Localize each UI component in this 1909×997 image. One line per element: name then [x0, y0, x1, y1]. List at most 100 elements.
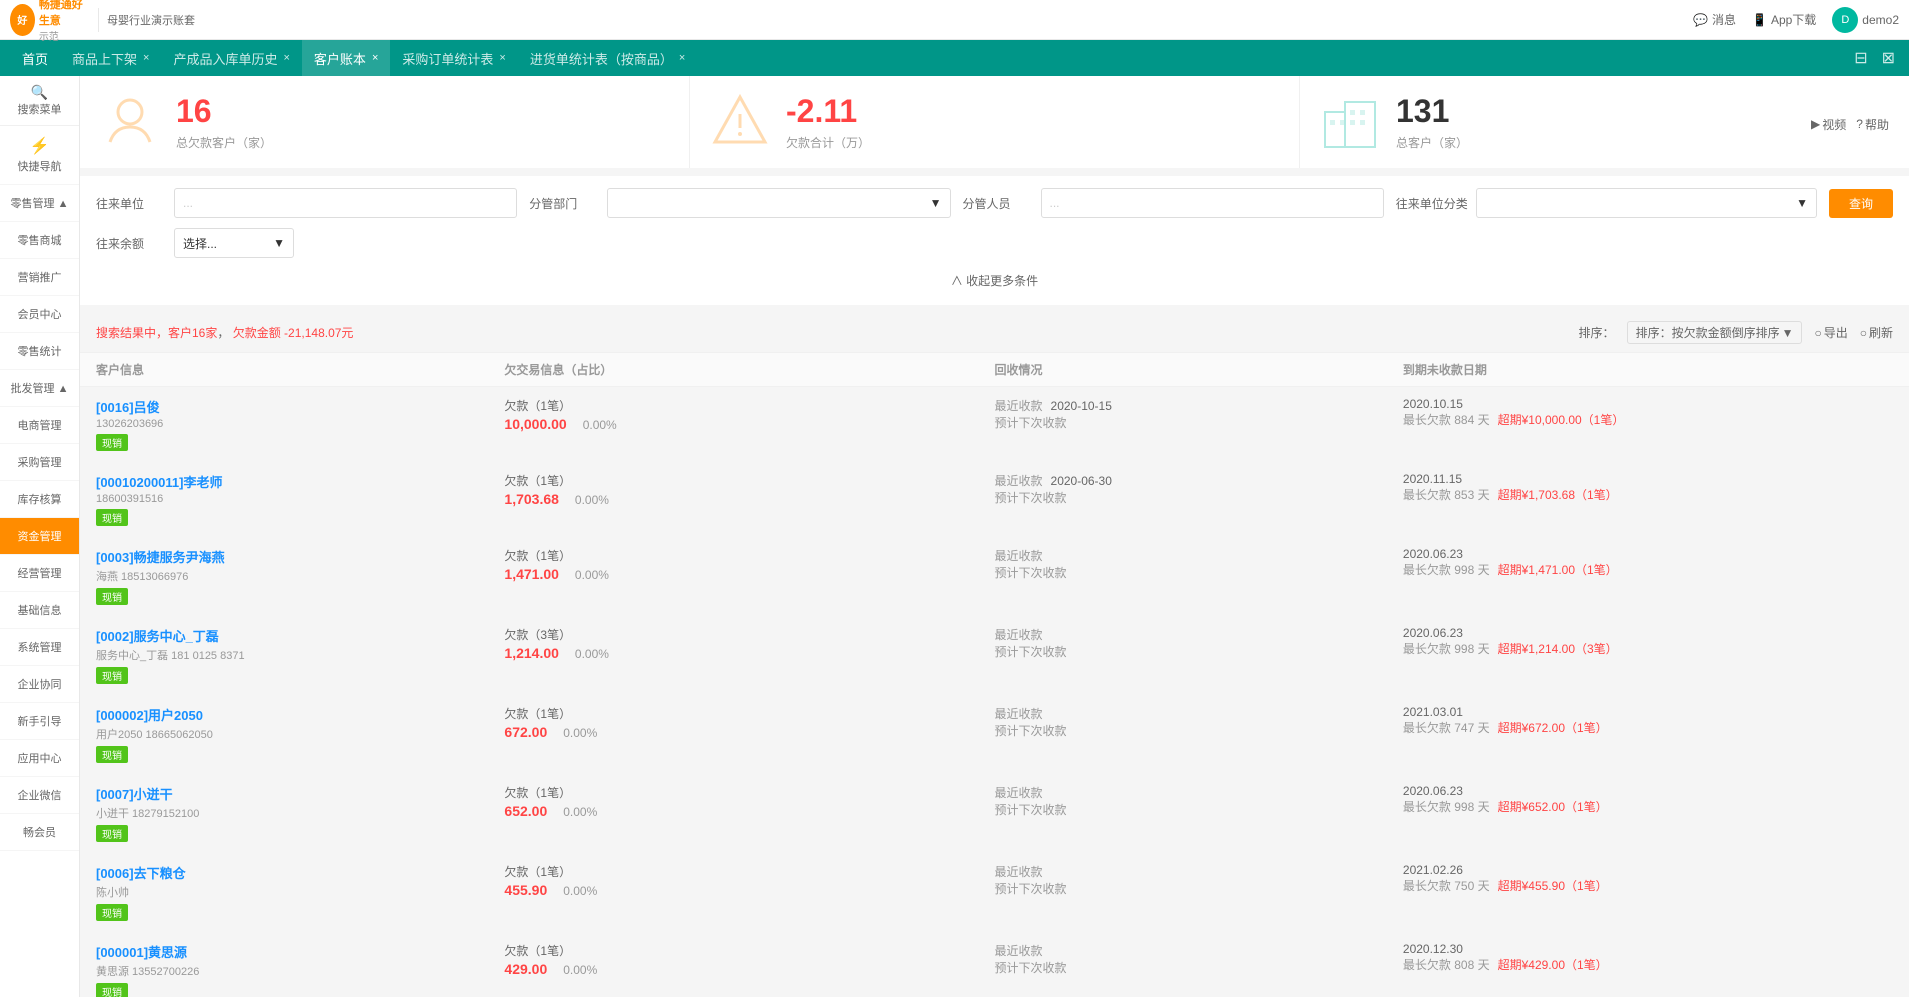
customer-tag: 现销: [96, 746, 128, 763]
overdue-date: 2021.03.01: [1403, 705, 1893, 719]
refresh-button[interactable]: ○ 刷新: [1860, 324, 1893, 341]
app-download-button[interactable]: 📱 App下载: [1752, 11, 1816, 28]
customer-tag: 现销: [96, 825, 128, 842]
sidebar: 🔍 搜索菜单 ⚡ 快捷导航 零售管理 ▲ 零售商城 营销推广 会员中心 零售统计…: [0, 76, 80, 997]
sidebar-item-wechat[interactable]: 企业微信: [0, 777, 79, 814]
results-header: 搜索结果中，客户16家， 欠款金额 -21,148.07元 排序： 排序：按欠款…: [80, 313, 1909, 353]
sidebar-item-retail-mall[interactable]: 零售商城: [0, 222, 79, 259]
customer-info: [0003]畅捷服务尹海燕 海燕 18513066976 现销: [96, 547, 504, 605]
close-icon[interactable]: ×: [283, 52, 289, 64]
table-row: [0007]小迸干 小迸干 18279152100 现销 欠款（1笔） 652.…: [80, 774, 1909, 853]
debt-amount[interactable]: 455.90: [504, 882, 547, 898]
sidebar-item-basic-info[interactable]: 基础信息: [0, 592, 79, 629]
minimize-icon[interactable]: ⊟: [1850, 46, 1871, 70]
debt-amount[interactable]: 1,214.00: [504, 645, 559, 661]
person-input[interactable]: ...: [1041, 188, 1384, 218]
sidebar-item-purchase[interactable]: 采购管理: [0, 444, 79, 481]
balance-select[interactable]: 选择... ▼: [174, 228, 294, 258]
debt-amount[interactable]: 1,471.00: [504, 566, 559, 582]
overdue-amount[interactable]: 超期¥1,214.00（3笔）: [1498, 640, 1618, 657]
customer-name[interactable]: [0006]去下粮仓: [96, 863, 504, 882]
overdue-amount[interactable]: 超期¥652.00（1笔）: [1498, 798, 1608, 815]
sidebar-item-guide[interactable]: 新手引导: [0, 703, 79, 740]
close-icon[interactable]: ×: [372, 52, 378, 64]
close-icon[interactable]: ×: [499, 52, 505, 64]
overdue-days: 最长欠款 998 天: [1403, 640, 1490, 657]
sidebar-item-vip[interactable]: 畅会员: [0, 814, 79, 851]
close-icon[interactable]: ×: [679, 52, 685, 64]
customer-name[interactable]: [00010200011]李老师: [96, 472, 504, 491]
customer-name[interactable]: [0003]畅捷服务尹海燕: [96, 547, 504, 566]
sidebar-item-retail-stats[interactable]: 零售统计: [0, 333, 79, 370]
maximize-icon[interactable]: ⊠: [1878, 46, 1899, 70]
sidebar-item-business[interactable]: 经营管理: [0, 555, 79, 592]
unit-category-select[interactable]: ▼: [1476, 188, 1817, 218]
customer-name[interactable]: [000002]用户2050: [96, 705, 504, 724]
sidebar-item-enterprise[interactable]: 企业协同: [0, 666, 79, 703]
tab-home[interactable]: 首页: [10, 40, 60, 76]
recent-date: 2020-10-15: [1051, 399, 1112, 413]
debt-info: 欠款（1笔） 1,703.68 0.00%: [504, 472, 994, 526]
from-unit-input[interactable]: ...: [174, 188, 517, 218]
debt-amount[interactable]: 1,703.68: [504, 491, 559, 507]
overdue-date: 2021.02.26: [1403, 863, 1893, 877]
user-menu[interactable]: D demo2: [1832, 7, 1899, 33]
debt-amount[interactable]: 10,000.00: [504, 416, 566, 432]
col-header-recovery: 回收情况: [995, 361, 1403, 378]
recovery-info: 最近收款 预计下次收款: [995, 547, 1403, 605]
sidebar-item-inventory[interactable]: 库存核算: [0, 481, 79, 518]
overdue-amount[interactable]: 超期¥672.00（1笔）: [1498, 719, 1608, 736]
from-unit-label: 往来单位: [96, 195, 166, 212]
sidebar-item-system[interactable]: 系统管理: [0, 629, 79, 666]
message-button[interactable]: 💬 消息: [1693, 11, 1736, 28]
close-icon[interactable]: ×: [143, 52, 149, 64]
overdue-amount[interactable]: 超期¥455.90（1笔）: [1498, 877, 1608, 894]
tab-customer-account[interactable]: 客户账本 ×: [302, 40, 390, 76]
col-header-overdue: 到期未收款日期: [1403, 361, 1893, 378]
overdue-date: 2020.06.23: [1403, 626, 1893, 640]
filter-row-1: 往来单位 ... 分管部门 ▼ 分管人员 .: [96, 188, 1893, 218]
overdue-amount[interactable]: 超期¥1,703.68（1笔）: [1498, 486, 1618, 503]
customer-name[interactable]: [000001]黄思源: [96, 942, 504, 961]
overdue-amount[interactable]: 超期¥1,471.00（1笔）: [1498, 561, 1618, 578]
export-button[interactable]: ○ 导出: [1814, 324, 1847, 341]
stat-number-debtors: 16: [176, 93, 669, 130]
sidebar-item-app-center[interactable]: 应用中心: [0, 740, 79, 777]
filter-dept: 分管部门 ▼: [529, 188, 950, 218]
collapse-button[interactable]: ∧ 收起更多条件: [96, 268, 1893, 293]
search-button[interactable]: 查询: [1829, 189, 1893, 218]
customer-tag: 现销: [96, 983, 128, 997]
dept-select[interactable]: ▼: [607, 188, 950, 218]
customer-name[interactable]: [0002]服务中心_丁磊: [96, 626, 504, 645]
chevron-down-icon: ▼: [1782, 326, 1794, 340]
tab-purchase-order[interactable]: 采购订单统计表 ×: [390, 40, 517, 76]
tab-purchase-stats[interactable]: 进货单统计表（按商品） ×: [518, 40, 697, 76]
sidebar-item-ecommerce[interactable]: 电商管理: [0, 407, 79, 444]
sidebar-item-finance[interactable]: 资金管理: [0, 518, 79, 555]
customer-name[interactable]: [0016]吕俊: [96, 397, 504, 416]
video-button[interactable]: ▶ 视频: [1811, 116, 1846, 133]
debt-amount[interactable]: 652.00: [504, 803, 547, 819]
customer-name[interactable]: [0007]小迸干: [96, 784, 504, 803]
customer-info: [000001]黄思源 黄思源 13552700226 现销: [96, 942, 504, 997]
tab-products[interactable]: 商品上下架 ×: [60, 40, 161, 76]
overdue-info: 2020.11.15 最长欠款 853 天 超期¥1,703.68（1笔）: [1403, 472, 1893, 526]
debt-amount[interactable]: 429.00: [504, 961, 547, 977]
sidebar-item-batch-mgmt[interactable]: 批发管理 ▲: [0, 370, 79, 407]
overdue-amount[interactable]: 超期¥429.00（1笔）: [1498, 956, 1608, 973]
help-button[interactable]: ? 帮助: [1856, 116, 1889, 133]
overdue-info: 2021.03.01 最长欠款 747 天 超期¥672.00（1笔）: [1403, 705, 1893, 763]
sidebar-item-retail-mgmt[interactable]: 零售管理 ▲: [0, 185, 79, 222]
tab-controls: ⊟ ⊠: [1850, 46, 1899, 70]
avatar: D: [1832, 7, 1858, 33]
overdue-amount[interactable]: 超期¥10,000.00（1笔）: [1498, 411, 1625, 428]
sort-select[interactable]: 排序：按欠款金额倒序排序 ▼: [1627, 321, 1803, 344]
sidebar-item-member[interactable]: 会员中心: [0, 296, 79, 333]
tab-history[interactable]: 产成品入库单历史 ×: [161, 40, 301, 76]
stat-number-customers: 131: [1396, 93, 1795, 130]
customer-phone: 用户2050 18665062050: [96, 726, 504, 742]
sidebar-item-quick-nav[interactable]: ⚡ 快捷导航: [0, 126, 79, 185]
debt-amount[interactable]: 672.00: [504, 724, 547, 740]
sidebar-search[interactable]: 🔍 搜索菜单: [0, 76, 79, 126]
sidebar-item-marketing[interactable]: 营销推广: [0, 259, 79, 296]
